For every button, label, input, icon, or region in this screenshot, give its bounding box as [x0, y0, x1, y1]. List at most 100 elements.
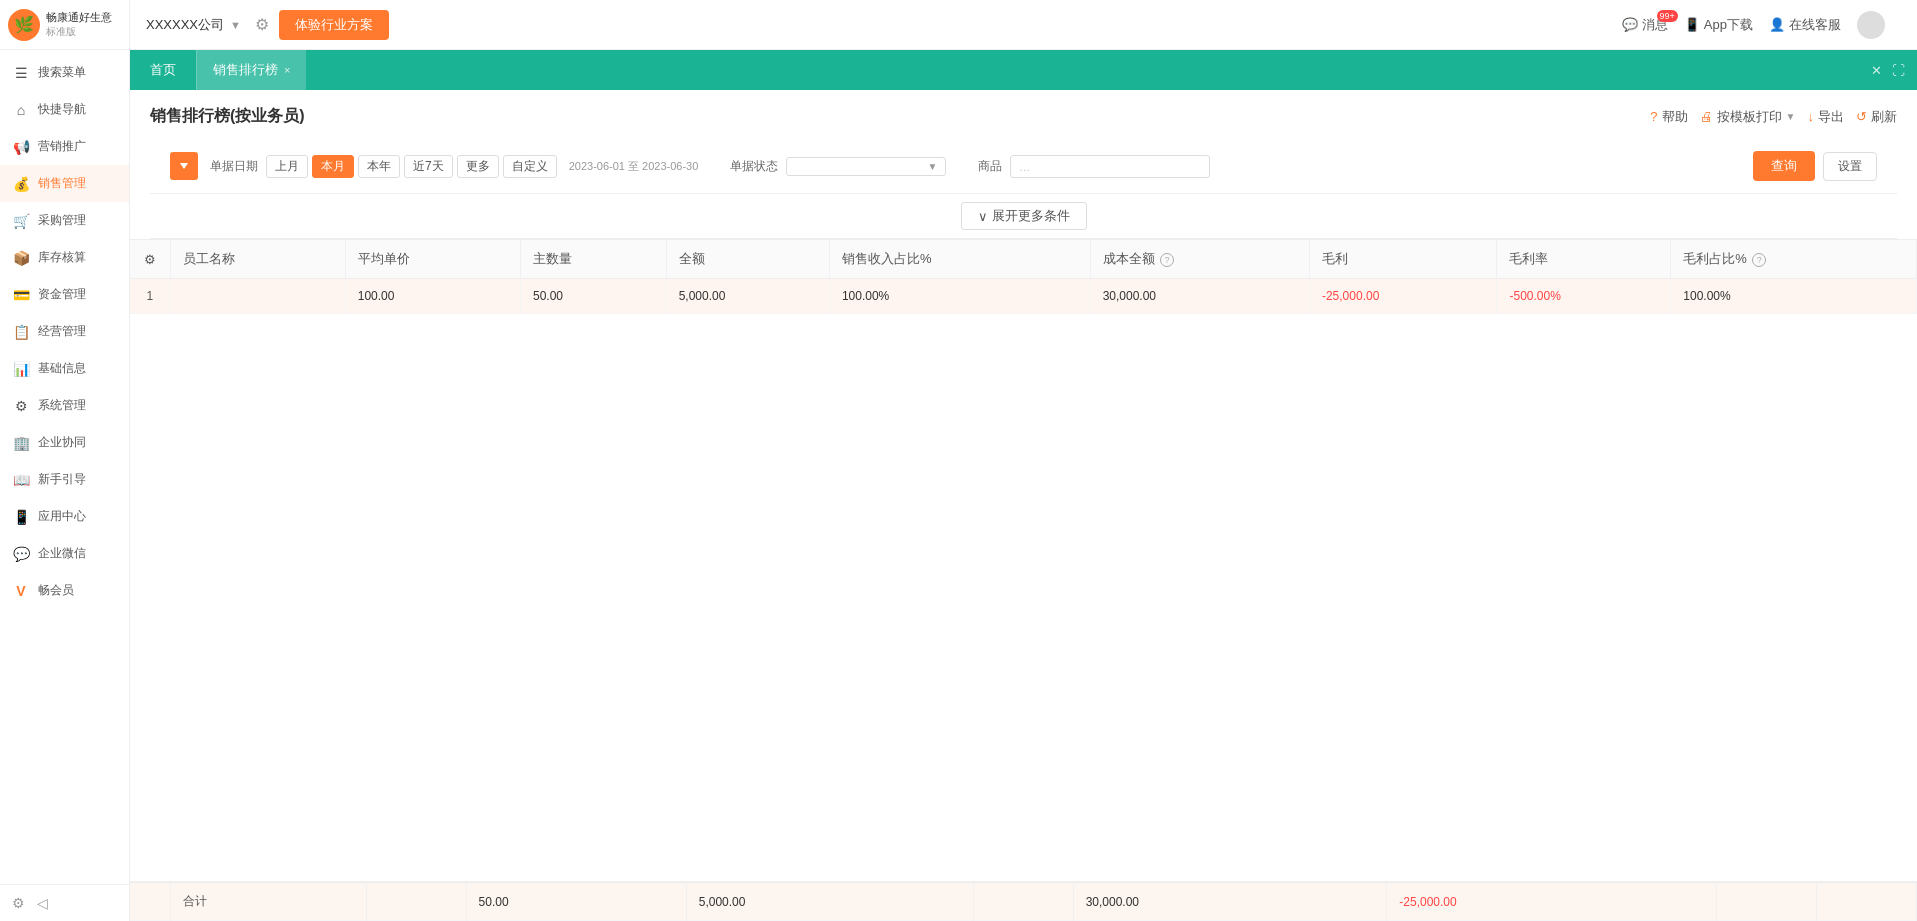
date-btn-last7[interactable]: 近7天 — [404, 155, 453, 178]
sidebar-item-inventory[interactable]: 📦 库存核算 — [0, 239, 129, 276]
export-button[interactable]: ↓ 导出 — [1808, 108, 1845, 126]
cell-cost: 30,000.00 — [1090, 279, 1309, 314]
col-settings-icon[interactable]: ⚙ — [144, 252, 156, 267]
date-filter-group: 单据日期 上月 本月 本年 近7天 更多 自定义 2023-06-01 至 20… — [210, 155, 698, 178]
company-selector[interactable]: XXXXXX公司 ▼ — [146, 16, 241, 34]
sidebar-item-label: 采购管理 — [38, 212, 86, 229]
message-icon: 💬 — [1622, 17, 1638, 32]
refresh-icon: ↺ — [1856, 109, 1867, 124]
expand-more-button[interactable]: ∨ 展开更多条件 — [961, 202, 1087, 230]
cell-gross-rate: -500.00% — [1497, 279, 1671, 314]
footer-amount: 5,000.00 — [686, 883, 973, 921]
tab-close-icon[interactable]: × — [284, 64, 290, 76]
sidebar-item-guide[interactable]: 📖 新手引导 — [0, 461, 129, 498]
settings-button[interactable]: 设置 — [1823, 152, 1877, 181]
print-chevron-icon: ▼ — [1786, 111, 1796, 122]
goods-placeholder: ... — [1019, 159, 1030, 174]
system-icon: ⚙ — [12, 398, 30, 414]
sidebar-item-purchase[interactable]: 🛒 采购管理 — [0, 202, 129, 239]
status-filter-label: 单据状态 — [730, 158, 778, 175]
filter-expand-arrow-btn[interactable] — [170, 152, 198, 180]
sidebar-item-label: 销售管理 — [38, 175, 86, 192]
service-icon: 👤 — [1769, 17, 1785, 32]
sidebar-item-marketing[interactable]: 📢 营销推广 — [0, 128, 129, 165]
sidebar: 🌿 畅康通好生意 标准版 ☰ 搜索菜单 ⌂ 快捷导航 📢 营销推广 💰 销售管理… — [0, 0, 130, 921]
online-service-button[interactable]: 👤 在线客服 — [1769, 16, 1841, 34]
finance-icon: 💳 — [12, 287, 30, 303]
sidebar-item-system[interactable]: ⚙ 系统管理 — [0, 387, 129, 424]
col-avg-price: 平均单价 — [345, 240, 520, 279]
tab-label: 销售排行榜 — [213, 61, 278, 79]
expand-label: 展开更多条件 — [992, 207, 1070, 225]
company-chevron-icon: ▼ — [230, 19, 241, 31]
footer-gross-pct — [1816, 883, 1916, 921]
goods-filter-group: 商品 ... — [978, 155, 1210, 178]
sidebar-item-label: 企业微信 — [38, 545, 86, 562]
operations-icon: 📋 — [12, 324, 30, 340]
sidebar-settings-icon[interactable]: ⚙ — [12, 895, 25, 911]
col-cost: 成本全额 ? — [1090, 240, 1309, 279]
export-label: 导出 — [1818, 108, 1844, 126]
sidebar-item-basic-info[interactable]: 📊 基础信息 — [0, 350, 129, 387]
gross-pct-info-icon[interactable]: ? — [1752, 253, 1766, 267]
sidebar-item-label: 经营管理 — [38, 323, 86, 340]
sidebar-item-vip[interactable]: V 畅会员 — [0, 572, 129, 609]
message-badge: 99+ — [1657, 10, 1678, 22]
sidebar-item-finance[interactable]: 💳 资金管理 — [0, 276, 129, 313]
cell-amount: 5,000.00 — [666, 279, 829, 314]
page-title-row: 销售排行榜(按业务员) ? 帮助 🖨 按模板打印 ▼ ↓ 导出 — [150, 106, 1897, 127]
footer-avg-price — [366, 883, 466, 921]
sidebar-item-label: 搜索菜单 — [38, 64, 86, 81]
help-button[interactable]: ? 帮助 — [1650, 108, 1687, 126]
tab-sales-ranking[interactable]: 销售排行榜 × — [196, 50, 306, 90]
sidebar-item-app-center[interactable]: 📱 应用中心 — [0, 498, 129, 535]
query-button[interactable]: 查询 — [1753, 151, 1815, 181]
date-btn-this-year[interactable]: 本年 — [358, 155, 400, 178]
sidebar-item-label: 快捷导航 — [38, 101, 86, 118]
print-button[interactable]: 🖨 按模板打印 ▼ — [1700, 108, 1796, 126]
avatar[interactable] — [1857, 11, 1885, 39]
page-title: 销售排行榜(按业务员) — [150, 106, 305, 127]
sales-ranking-table: ⚙ 员工名称 平均单价 主数量 全额 销售收入占比% 成本全额 ? 毛利 毛利率 — [130, 240, 1917, 314]
status-select[interactable]: ▼ — [786, 157, 946, 176]
col-name: 员工名称 — [170, 240, 345, 279]
cell-name — [170, 279, 345, 314]
footer-gross: -25,000.00 — [1387, 883, 1717, 921]
sidebar-item-wechat[interactable]: 💬 企业微信 — [0, 535, 129, 572]
sidebar-item-sales[interactable]: 💰 销售管理 — [0, 165, 129, 202]
sidebar-item-search-order[interactable]: ☰ 搜索菜单 — [0, 54, 129, 91]
home-icon: ⌂ — [12, 102, 30, 118]
purchase-icon: 🛒 — [12, 213, 30, 229]
help-label: 帮助 — [1662, 108, 1688, 126]
col-gross-pct: 毛利占比% ? — [1671, 240, 1917, 279]
cost-info-icon[interactable]: ? — [1160, 253, 1174, 267]
date-range-display: 2023-06-01 至 2023-06-30 — [569, 159, 699, 174]
sidebar-item-enterprise[interactable]: 🏢 企业协同 — [0, 424, 129, 461]
footer-quantity: 50.00 — [466, 883, 686, 921]
window-close-icon[interactable]: ✕ — [1871, 63, 1882, 78]
tabbar: 首页 销售排行榜 × ✕ ⛶ — [130, 50, 1917, 90]
sidebar-item-label: 系统管理 — [38, 397, 86, 414]
date-btn-more[interactable]: 更多 — [457, 155, 499, 178]
tab-home[interactable]: 首页 — [130, 50, 196, 90]
help-icon: ? — [1650, 109, 1657, 124]
date-btn-custom[interactable]: 自定义 — [503, 155, 557, 178]
trial-button[interactable]: 体验行业方案 — [279, 10, 389, 40]
goods-filter-label: 商品 — [978, 158, 1002, 175]
date-btn-this-month[interactable]: 本月 — [312, 155, 354, 178]
refresh-button[interactable]: ↺ 刷新 — [1856, 108, 1897, 126]
sidebar-item-operations[interactable]: 📋 经营管理 — [0, 313, 129, 350]
sidebar-menu: ☰ 搜索菜单 ⌂ 快捷导航 📢 营销推广 💰 销售管理 🛒 采购管理 📦 库存核… — [0, 50, 129, 884]
message-button[interactable]: 💬 消息 99+ — [1622, 16, 1668, 34]
sidebar-item-label: 基础信息 — [38, 360, 86, 377]
table-row: 1 100.00 50.00 5,000.00 100.00% 30,000.0… — [130, 279, 1917, 314]
topbar-settings-icon[interactable]: ⚙ — [255, 15, 269, 34]
sidebar-collapse-icon[interactable]: ◁ — [37, 895, 48, 911]
page-header: 销售排行榜(按业务员) ? 帮助 🖨 按模板打印 ▼ ↓ 导出 — [130, 90, 1917, 240]
app-download-button[interactable]: 📱 App下载 — [1684, 16, 1753, 34]
sidebar-item-quick-nav[interactable]: ⌂ 快捷导航 — [0, 91, 129, 128]
window-expand-icon[interactable]: ⛶ — [1892, 63, 1905, 78]
date-btn-last-month[interactable]: 上月 — [266, 155, 308, 178]
marketing-icon: 📢 — [12, 139, 30, 155]
goods-input[interactable]: ... — [1010, 155, 1210, 178]
